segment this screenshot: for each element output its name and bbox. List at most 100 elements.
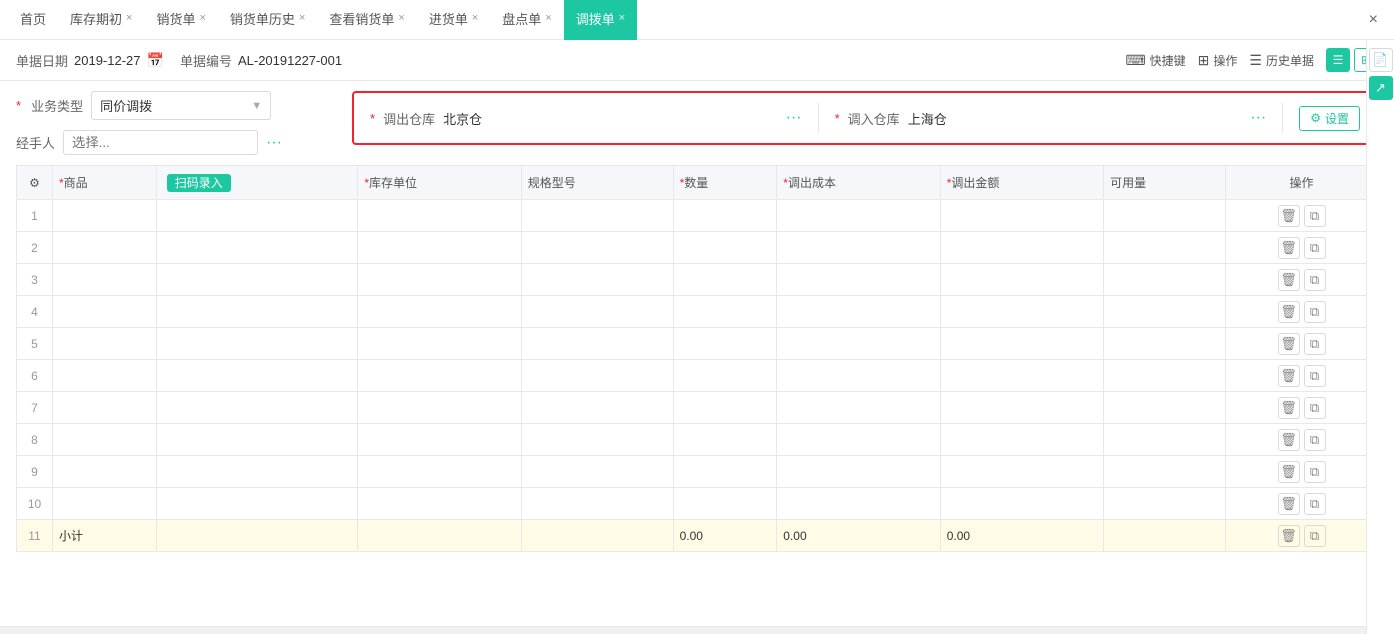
copy-icon[interactable]: ⧉ xyxy=(1304,269,1326,291)
amount-cell[interactable] xyxy=(940,488,1103,520)
unit-cell[interactable] xyxy=(358,392,521,424)
product-cell[interactable] xyxy=(53,456,157,488)
list-view-button[interactable]: ☰ xyxy=(1326,48,1350,72)
cost-cell[interactable] xyxy=(777,296,940,328)
unit-cell[interactable] xyxy=(358,232,521,264)
spec-cell[interactable] xyxy=(521,264,673,296)
operations-button[interactable]: ⊞ 操作 xyxy=(1198,52,1238,69)
qty-cell[interactable] xyxy=(673,296,777,328)
handler-input[interactable] xyxy=(63,130,258,155)
delete-icon[interactable]: 🗑 xyxy=(1278,205,1300,227)
handler-more-button[interactable]: ··· xyxy=(266,134,282,152)
amount-cell[interactable] xyxy=(940,392,1103,424)
qty-cell[interactable] xyxy=(673,328,777,360)
calendar-icon[interactable]: 📅 xyxy=(147,52,164,69)
delete-icon[interactable]: 🗑 xyxy=(1278,397,1300,419)
sidebar-doc-button[interactable]: 📄 xyxy=(1369,48,1393,72)
tab-sales-history[interactable]: 销货单历史 × xyxy=(218,0,317,40)
spec-cell[interactable] xyxy=(521,328,673,360)
qty-cell[interactable] xyxy=(673,424,777,456)
qty-cell[interactable] xyxy=(673,232,777,264)
unit-cell[interactable] xyxy=(358,264,521,296)
horizontal-scrollbar[interactable] xyxy=(0,626,1394,634)
cost-cell[interactable] xyxy=(777,424,940,456)
tab-inventory-init-close[interactable]: × xyxy=(126,13,132,24)
product-cell[interactable] xyxy=(53,328,157,360)
copy-icon[interactable]: ⧉ xyxy=(1304,429,1326,451)
delete-icon[interactable]: 🗑 xyxy=(1278,525,1300,547)
product-cell[interactable] xyxy=(53,264,157,296)
product-cell[interactable] xyxy=(53,424,157,456)
amount-cell[interactable] xyxy=(940,424,1103,456)
tab-view-sales-close[interactable]: × xyxy=(398,13,404,24)
copy-icon[interactable]: ⧉ xyxy=(1304,205,1326,227)
cost-cell[interactable] xyxy=(777,264,940,296)
spec-cell[interactable] xyxy=(521,488,673,520)
tab-sales-order-close[interactable]: × xyxy=(199,13,205,24)
qty-cell[interactable] xyxy=(673,360,777,392)
unit-cell[interactable] xyxy=(358,200,521,232)
tab-sales-history-close[interactable]: × xyxy=(299,13,305,24)
cost-cell[interactable] xyxy=(777,392,940,424)
copy-icon[interactable]: ⧉ xyxy=(1304,237,1326,259)
business-type-select[interactable]: 同价调拨 ▼ xyxy=(91,91,271,120)
copy-icon[interactable]: ⧉ xyxy=(1304,333,1326,355)
product-cell[interactable] xyxy=(53,392,157,424)
delete-icon[interactable]: 🗑 xyxy=(1278,493,1300,515)
tab-transfer[interactable]: 调拨单 × xyxy=(564,0,637,40)
amount-cell[interactable] xyxy=(940,360,1103,392)
unit-cell[interactable] xyxy=(358,360,521,392)
amount-cell[interactable] xyxy=(940,200,1103,232)
spec-cell[interactable] xyxy=(521,392,673,424)
tab-purchase-order[interactable]: 进货单 × xyxy=(417,0,490,40)
cost-cell[interactable] xyxy=(777,456,940,488)
product-cell[interactable] xyxy=(53,488,157,520)
amount-cell[interactable] xyxy=(940,232,1103,264)
scan-button[interactable]: 扫码录入 xyxy=(167,174,231,192)
product-cell[interactable] xyxy=(53,360,157,392)
spec-cell[interactable] xyxy=(521,232,673,264)
cost-cell[interactable] xyxy=(777,200,940,232)
qty-cell[interactable] xyxy=(673,200,777,232)
tab-inventory-check-close[interactable]: × xyxy=(545,13,551,24)
copy-icon[interactable]: ⧉ xyxy=(1304,301,1326,323)
sidebar-export-button[interactable]: ↗ xyxy=(1369,76,1393,100)
spec-cell[interactable] xyxy=(521,424,673,456)
unit-cell[interactable] xyxy=(358,424,521,456)
unit-cell[interactable] xyxy=(358,328,521,360)
spec-cell[interactable] xyxy=(521,456,673,488)
delete-icon[interactable]: 🗑 xyxy=(1278,333,1300,355)
tab-purchase-order-close[interactable]: × xyxy=(472,13,478,24)
delete-icon[interactable]: 🗑 xyxy=(1278,237,1300,259)
window-close-button[interactable]: × xyxy=(1361,11,1386,29)
cost-cell[interactable] xyxy=(777,232,940,264)
unit-cell[interactable] xyxy=(358,296,521,328)
history-button[interactable]: ☰ 历史单据 xyxy=(1249,52,1314,69)
qty-cell[interactable] xyxy=(673,488,777,520)
spec-cell[interactable] xyxy=(521,360,673,392)
tab-view-sales[interactable]: 查看销货单 × xyxy=(317,0,416,40)
tab-sales-order[interactable]: 销货单 × xyxy=(144,0,217,40)
spec-cell[interactable] xyxy=(521,296,673,328)
amount-cell[interactable] xyxy=(940,264,1103,296)
cost-cell[interactable] xyxy=(777,360,940,392)
delete-icon[interactable]: 🗑 xyxy=(1278,461,1300,483)
qty-cell[interactable] xyxy=(673,392,777,424)
delete-icon[interactable]: 🗑 xyxy=(1278,365,1300,387)
warehouse-in-more-button[interactable]: ··· xyxy=(1250,109,1266,127)
spec-cell[interactable] xyxy=(521,200,673,232)
cost-cell[interactable] xyxy=(777,328,940,360)
product-cell[interactable] xyxy=(53,200,157,232)
product-cell[interactable] xyxy=(53,232,157,264)
amount-cell[interactable] xyxy=(940,296,1103,328)
amount-cell[interactable] xyxy=(940,328,1103,360)
copy-icon[interactable]: ⧉ xyxy=(1304,525,1326,547)
warehouse-out-more-button[interactable]: ··· xyxy=(786,109,802,127)
tab-home[interactable]: 首页 xyxy=(8,0,58,40)
copy-icon[interactable]: ⧉ xyxy=(1304,397,1326,419)
unit-cell[interactable] xyxy=(358,488,521,520)
delete-icon[interactable]: 🗑 xyxy=(1278,429,1300,451)
cost-cell[interactable] xyxy=(777,488,940,520)
product-cell[interactable] xyxy=(53,296,157,328)
amount-cell[interactable] xyxy=(940,456,1103,488)
